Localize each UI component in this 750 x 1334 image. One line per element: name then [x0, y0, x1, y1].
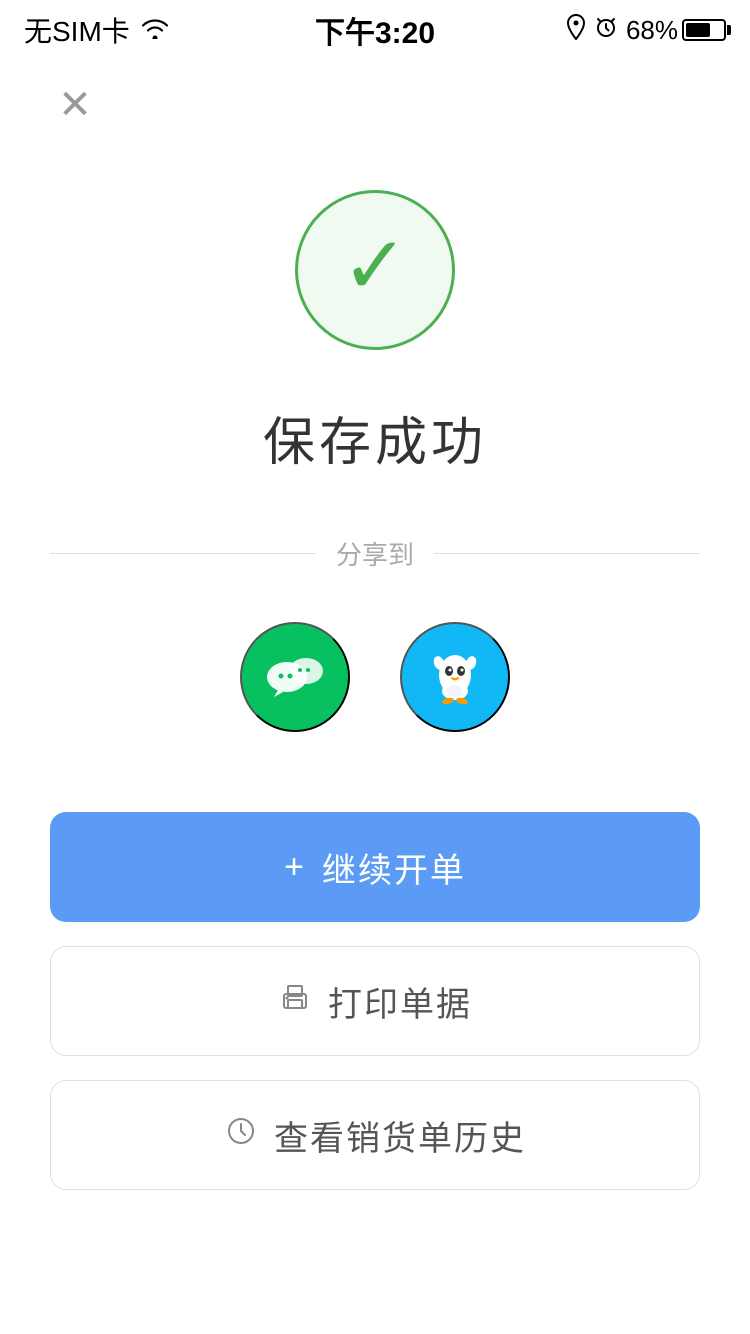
wifi-icon	[140, 14, 170, 46]
location-icon	[566, 14, 586, 47]
alarm-icon	[594, 15, 618, 46]
carrier-text: 无SIM卡	[24, 10, 130, 50]
print-button[interactable]: 打印单据	[50, 946, 700, 1056]
wechat-share-button[interactable]	[240, 622, 350, 732]
history-label: 查看销货单历史	[274, 1111, 526, 1160]
history-button[interactable]: 查看销货单历史	[50, 1080, 700, 1190]
history-icon	[224, 1114, 258, 1157]
plus-icon: +	[284, 848, 306, 887]
continue-order-label: 继续开单	[322, 843, 466, 892]
status-right: 68%	[566, 14, 726, 47]
wechat-icon	[260, 642, 330, 712]
print-icon	[278, 980, 312, 1023]
status-time: 下午3:20	[315, 8, 435, 52]
close-button[interactable]: ✕	[50, 80, 100, 130]
battery-icon	[682, 19, 726, 41]
share-icons	[240, 622, 510, 732]
continue-order-button[interactable]: + 继续开单	[50, 812, 700, 922]
print-label: 打印单据	[328, 977, 472, 1026]
battery-percent: 68%	[626, 15, 678, 46]
qq-icon	[423, 645, 488, 710]
divider-line-left	[50, 553, 316, 554]
success-title: 保存成功	[263, 400, 487, 475]
checkmark-icon: ✓	[341, 226, 408, 306]
battery-fill	[686, 23, 710, 37]
share-divider: 分享到	[50, 535, 700, 572]
status-bar: 无SIM卡 下午3:20 68%	[0, 0, 750, 60]
close-icon: ✕	[58, 85, 92, 125]
main-content: ✕ ✓ 保存成功 分享到	[0, 60, 750, 1190]
qq-share-button[interactable]	[400, 622, 510, 732]
divider-label: 分享到	[336, 535, 414, 572]
status-left: 无SIM卡	[24, 10, 170, 50]
divider-line-right	[434, 553, 700, 554]
action-buttons: + 继续开单 打印单据 查看销货单历史	[50, 812, 700, 1190]
battery-container: 68%	[626, 15, 726, 46]
success-circle: ✓	[295, 190, 455, 350]
